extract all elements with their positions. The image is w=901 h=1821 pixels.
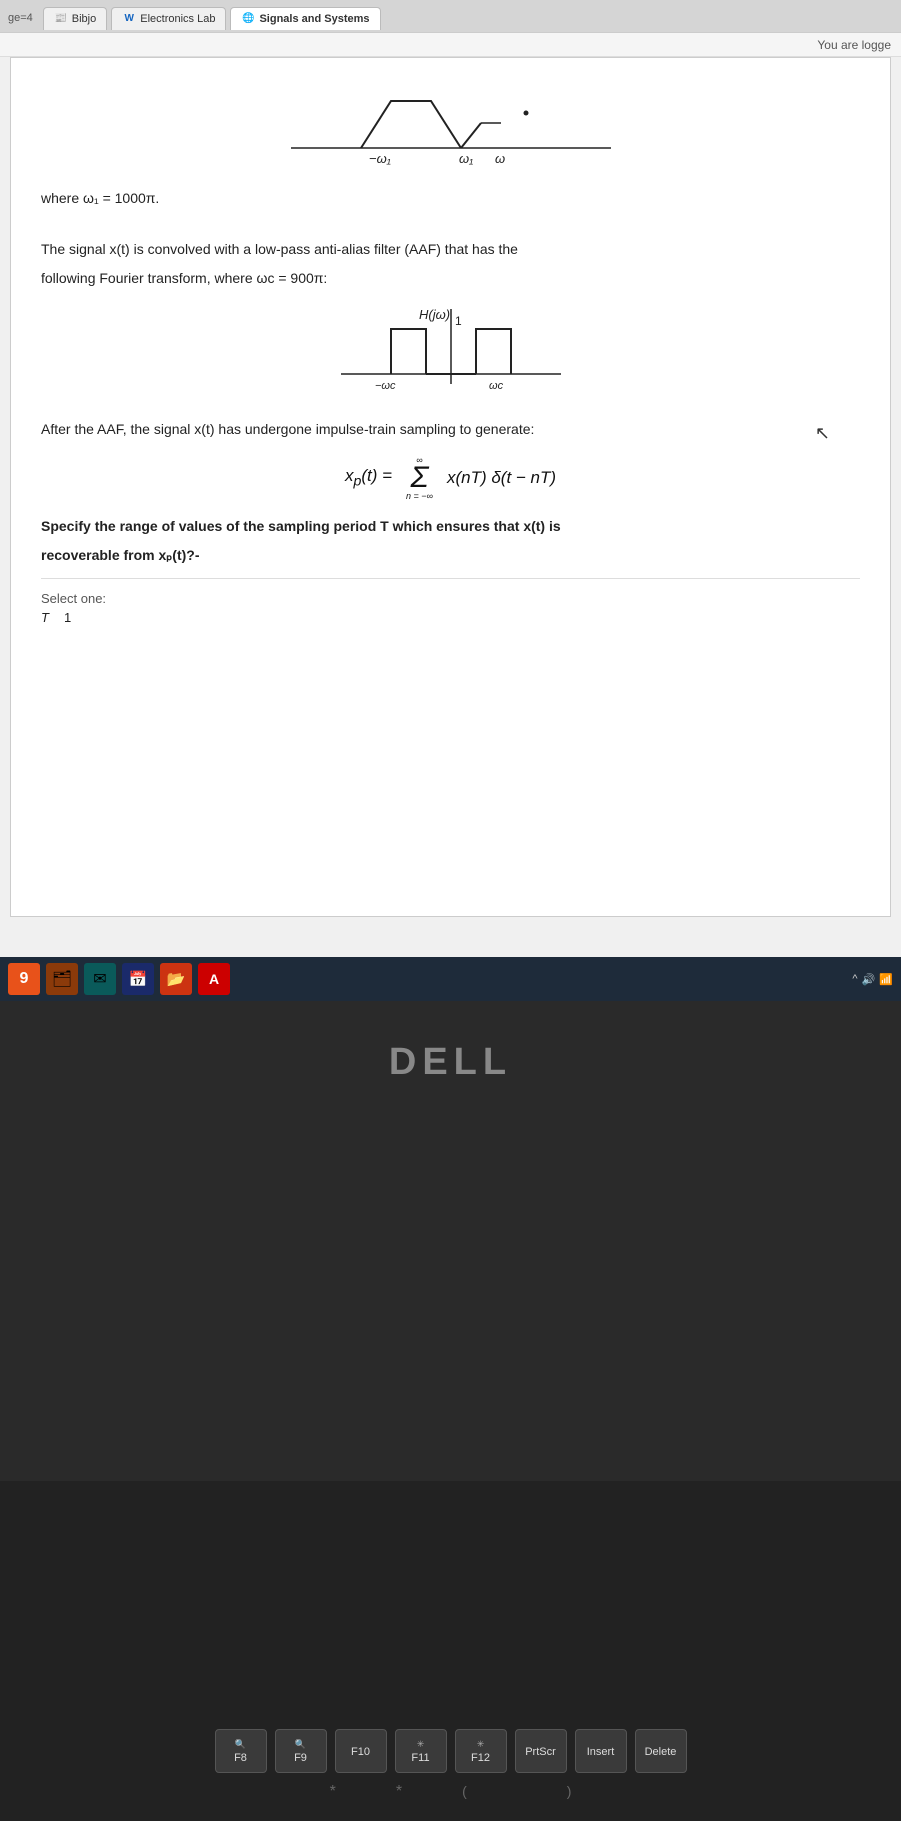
browser-chrome: ge=4 📰 Bibjo W Electronics Lab 🌐 Signals…: [0, 0, 901, 33]
key-f10[interactable]: F10: [335, 1729, 387, 1773]
status-bar: You are logge: [0, 33, 901, 57]
specify-line1: Specify the range of values of the sampl…: [41, 516, 860, 537]
tab-signals[interactable]: 🌐 Signals and Systems: [230, 7, 380, 30]
hjw-diagram: H(jω) 1 −ωc ωc: [41, 299, 860, 409]
pdf-icon-symbol: A: [209, 971, 219, 987]
dell-logo-container: DELL: [389, 1041, 512, 1084]
key-f8-main: F8: [234, 1752, 247, 1764]
svg-text:H(jω): H(jω): [419, 307, 450, 322]
tab-electronics-label: Electronics Lab: [140, 13, 215, 25]
signal-diagram: −ω₁ ω₁ ω: [41, 83, 860, 173]
taskbar-icon-orange[interactable]: 9: [8, 963, 40, 995]
taskbar-icon-folder[interactable]: 🗂: [46, 963, 78, 995]
select-label: Select one:: [41, 591, 860, 606]
taskbar-network: 📶: [879, 973, 893, 986]
mail-icon-symbol: ✉: [93, 969, 106, 989]
key-insert[interactable]: Insert: [575, 1729, 627, 1773]
files-icon-symbol: 📂: [167, 970, 186, 988]
signals-icon: 🌐: [241, 12, 255, 26]
function-key-row: 🔍 F8 🔍 F9 F10 ✳ F11 ✳ F12 PrtScr Insert: [215, 1729, 687, 1773]
key-delete-main: Delete: [645, 1746, 677, 1758]
tab-bibjo[interactable]: 📰 Bibjo: [43, 7, 107, 30]
formula-xp: xp(t) =: [345, 466, 392, 489]
taskbar-arrow: ^: [852, 973, 857, 985]
para1-line2: following Fourier transform, where ωc = …: [41, 268, 860, 289]
key-f9[interactable]: 🔍 F9: [275, 1729, 327, 1773]
specify-line2: recoverable from xₚ(t)?-: [41, 545, 860, 566]
tab-signals-label: Signals and Systems: [259, 13, 369, 25]
key-prtscr-main: PrtScr: [525, 1746, 556, 1758]
tab-bar: ge=4 📰 Bibjo W Electronics Lab 🌐 Signals…: [0, 0, 901, 32]
tab-bibjo-label: Bibjo: [72, 13, 96, 25]
formula-rest: x(nT) δ(t − nT): [447, 468, 556, 488]
key-delete[interactable]: Delete: [635, 1729, 687, 1773]
electronics-icon: W: [122, 12, 136, 26]
after-aaf-line: After the AAF, the signal x(t) has under…: [41, 419, 860, 440]
svg-text:ω: ω: [495, 151, 505, 166]
answer-label-t: T: [41, 610, 49, 625]
svg-text:1: 1: [455, 314, 462, 328]
orange-icon-label: 9: [20, 970, 29, 988]
keyboard-area: 🔍 F8 🔍 F9 F10 ✳ F11 ✳ F12 PrtScr Insert: [0, 1481, 901, 1821]
taskbar-volume: 🔊: [862, 973, 876, 986]
taskbar-icon-mail[interactable]: ✉: [84, 963, 116, 995]
tab-electronics[interactable]: W Electronics Lab: [111, 7, 226, 30]
content-area: −ω₁ ω₁ ω where ω₁ = 1000π. The signal x(…: [0, 57, 901, 957]
svg-text:−ωc: −ωc: [375, 380, 396, 392]
laptop-body: DELL: [0, 1001, 901, 1481]
asterisk-1: *: [330, 1783, 336, 1801]
key-f8-top: 🔍: [235, 1739, 246, 1750]
svg-text:ωc: ωc: [489, 380, 504, 392]
dell-logo: DELL: [389, 1041, 512, 1083]
key-f12-top: ✳: [477, 1739, 485, 1750]
key-f8[interactable]: 🔍 F8: [215, 1729, 267, 1773]
para1-line1: The signal x(t) is convolved with a low-…: [41, 239, 860, 260]
taskbar-icon-files[interactable]: 📂: [160, 963, 192, 995]
status-text: You are logge: [817, 38, 891, 52]
answer-value-1: 1: [64, 610, 71, 625]
key-f12-main: F12: [471, 1752, 490, 1764]
asterisk-2: *: [396, 1783, 402, 1801]
paren-close: ): [567, 1783, 572, 1801]
key-f11-top: ✳: [417, 1739, 425, 1750]
taskbar-icon-calendar[interactable]: 📅: [122, 963, 154, 995]
calendar-icon-symbol: 📅: [129, 970, 148, 988]
paren-open: (: [462, 1783, 467, 1801]
key-prtscr[interactable]: PrtScr: [515, 1729, 567, 1773]
key-f11-main: F11: [411, 1752, 429, 1764]
key-f10-main: F10: [351, 1746, 370, 1758]
taskbar: 9 🗂 ✉ 📅 📂 A ^ 🔊 📶: [0, 957, 901, 1001]
cursor-icon: ↖: [815, 423, 830, 444]
key-f9-main: F9: [294, 1752, 307, 1764]
answer-row-1: T 1: [41, 610, 860, 625]
bibjo-icon: 📰: [54, 12, 68, 26]
key-f9-top: 🔍: [295, 1739, 306, 1750]
folder-icon-symbol: 🗂: [52, 969, 72, 989]
divider: [41, 578, 860, 579]
taskbar-right: ^ 🔊 📶: [852, 973, 893, 986]
key-insert-main: Insert: [587, 1746, 615, 1758]
taskbar-icon-pdf[interactable]: A: [198, 963, 230, 995]
tab-label-ge: ge=4: [8, 12, 33, 24]
sigma-bottom: n = −∞: [406, 491, 433, 501]
svg-text:−ω₁: −ω₁: [369, 151, 391, 166]
formula-area: xp(t) = ∞ Σ n = −∞ x(nT) δ(t − nT): [41, 455, 860, 501]
content-paper: −ω₁ ω₁ ω where ω₁ = 1000π. The signal x(…: [10, 57, 891, 917]
bottom-symbol-row: * * ( ): [310, 1783, 592, 1801]
key-f11[interactable]: ✳ F11: [395, 1729, 447, 1773]
svg-text:ω₁: ω₁: [459, 151, 473, 166]
key-f12[interactable]: ✳ F12: [455, 1729, 507, 1773]
omega-line: where ω₁ = 1000π.: [41, 188, 860, 209]
sigma-symbol: Σ: [410, 463, 428, 493]
